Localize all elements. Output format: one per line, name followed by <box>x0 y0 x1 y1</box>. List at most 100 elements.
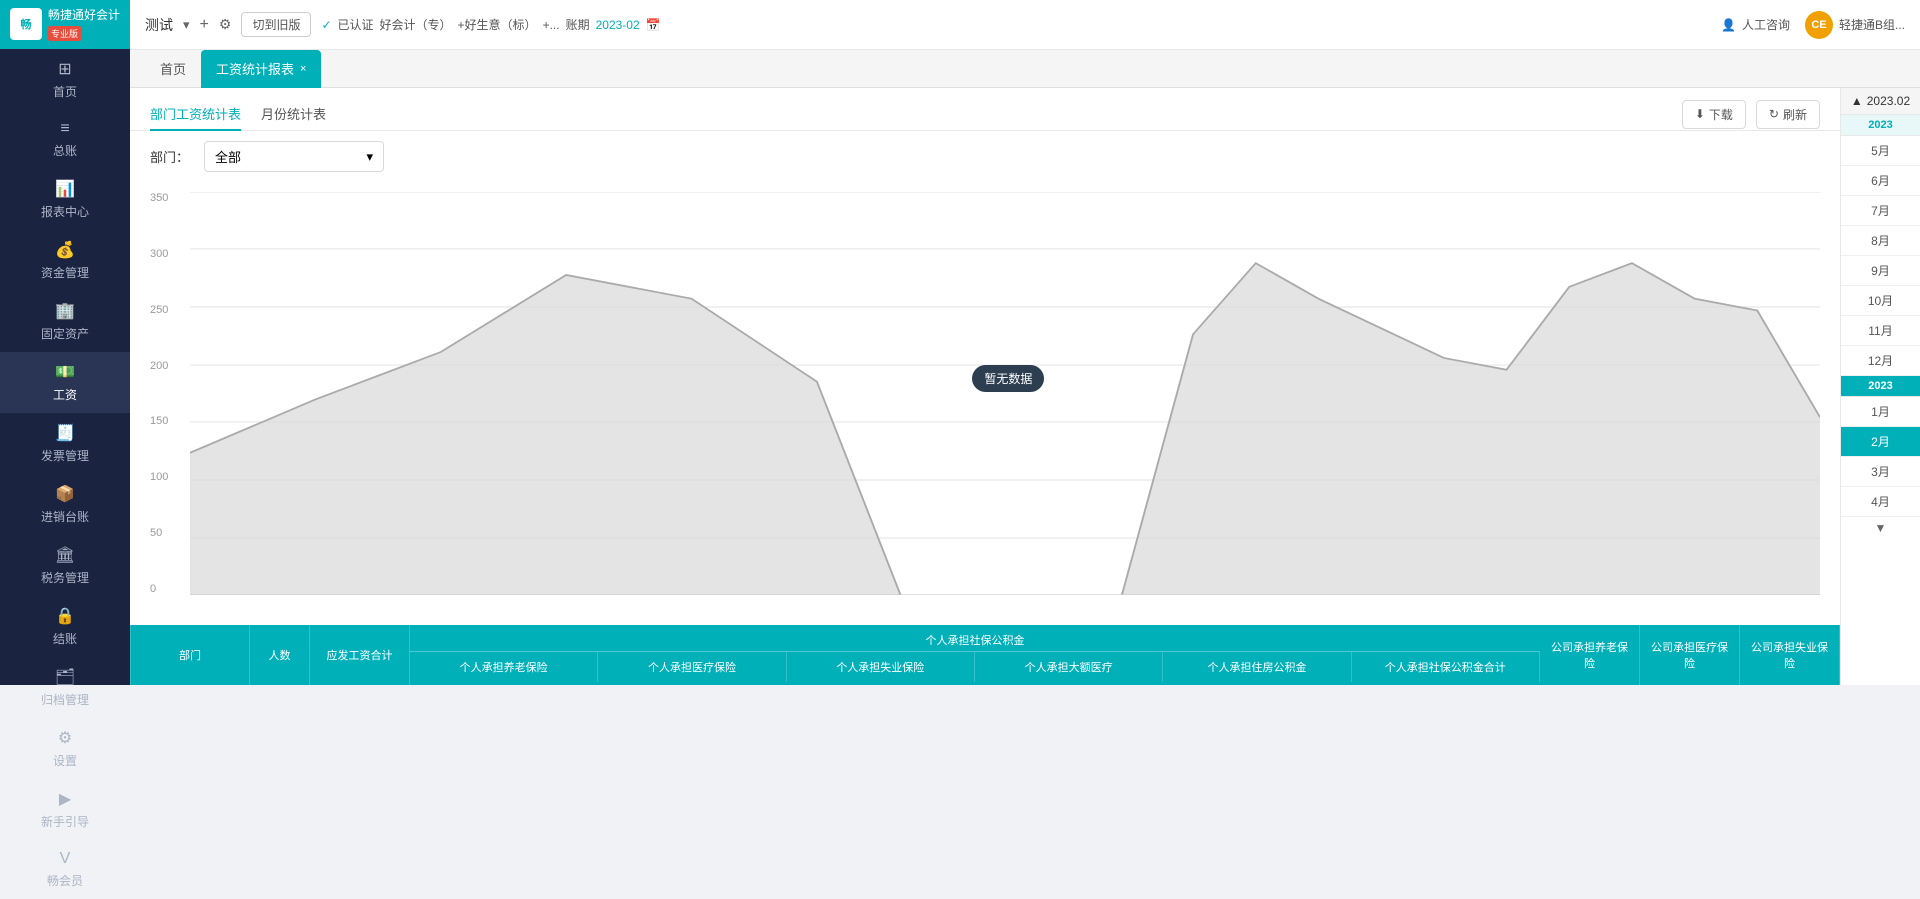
topbar-add-btn[interactable]: + <box>200 16 209 34</box>
refresh-icon: ↻ <box>1769 107 1779 121</box>
tax-icon: 🏛 <box>55 545 75 565</box>
tab-home[interactable]: 首页 <box>145 50 201 88</box>
help-btn[interactable]: 👤 人工咨询 <box>1721 16 1790 33</box>
verified-label: 已认证 <box>338 16 374 33</box>
date-month-6[interactable]: 6月 <box>1841 166 1920 196</box>
refresh-btn[interactable]: ↻ 刷新 <box>1756 100 1820 129</box>
sidebar-item-label: 新手引导 <box>41 813 89 830</box>
th-pension-personal: 个人承担养老保险 <box>410 652 598 682</box>
sidebar-item-guide[interactable]: ▶ 新手引导 <box>0 779 130 840</box>
member-icon: V <box>60 850 71 868</box>
sidebar-item-invoice[interactable]: 🧾 发票管理 <box>0 413 130 474</box>
product-label-1: 好会计（专） <box>380 16 452 33</box>
ledger-icon: ≡ <box>60 120 69 138</box>
guide-icon: ▶ <box>59 789 71 809</box>
select-chevron-icon: ▾ <box>366 149 373 165</box>
sidebar-item-label: 固定资产 <box>41 325 89 342</box>
sidebar-item-label: 归档管理 <box>41 691 89 708</box>
period-value: 2023-02 <box>596 18 640 32</box>
topbar-title: 测试 <box>145 15 173 35</box>
date-month-9[interactable]: 9月 <box>1841 256 1920 286</box>
sidebar-item-label: 工资 <box>53 386 77 403</box>
date-month-3[interactable]: 3月 <box>1841 457 1920 487</box>
home-icon: ⊞ <box>58 59 71 79</box>
sidebar-item-home[interactable]: ⊞ 首页 <box>0 49 130 110</box>
period-label: 账期 <box>566 16 590 33</box>
date-month-8[interactable]: 8月 <box>1841 226 1920 256</box>
th-medical-company: 公司承担医疗保险 <box>1640 625 1740 685</box>
dept-filter-label: 部门： <box>150 147 189 166</box>
date-up-nav[interactable]: ▲ <box>1851 94 1863 108</box>
chart-svg-area: 暂无数据 <box>190 192 1820 595</box>
date-month-7[interactable]: 7月 <box>1841 196 1920 226</box>
topbar-status: ✓ 已认证 好会计（专） +好生意（标） +... 账期 2023-02 📅 <box>321 16 660 33</box>
purchase-icon: 📦 <box>55 484 75 504</box>
settings-icon: ⚙ <box>58 728 72 748</box>
dept-select[interactable]: 全部 ▾ <box>204 141 384 172</box>
sidebar-item-assets[interactable]: 🏢 固定资产 <box>0 291 130 352</box>
sidebar-item-close-accounts[interactable]: 🔒 结账 <box>0 596 130 657</box>
topbar-settings-btn[interactable]: ⚙ <box>219 16 232 33</box>
date-month-4[interactable]: 4月 <box>1841 487 1920 517</box>
sidebar-item-tax[interactable]: 🏛 税务管理 <box>0 535 130 596</box>
sidebar-item-member[interactable]: V 畅会员 <box>0 840 130 899</box>
user-profile[interactable]: CE 轻捷通B组... <box>1805 11 1905 39</box>
sidebar-item-settings[interactable]: ⚙ 设置 <box>0 718 130 779</box>
date-month-5[interactable]: 5月 <box>1841 136 1920 166</box>
logo-text: 畅捷通好会计 专业版 <box>48 8 120 41</box>
date-month-10[interactable]: 10月 <box>1841 286 1920 316</box>
user-name: 轻捷通B组... <box>1839 16 1905 33</box>
sidebar-item-archive[interactable]: 🗂 归档管理 <box>0 657 130 718</box>
date-year-2023-first: 2023 <box>1841 115 1920 136</box>
th-unemployment-company: 公司承担失业保险 <box>1740 625 1840 685</box>
tab-salary-report[interactable]: 工资统计报表 × <box>201 50 321 88</box>
switch-to-old-btn[interactable]: 切到旧版 <box>241 12 311 37</box>
th-medical-personal: 个人承担医疗保险 <box>598 652 786 682</box>
sidebar-item-label: 结账 <box>53 630 77 647</box>
date-month-2-active[interactable]: 2月 <box>1841 427 1920 457</box>
topbar: 测试 ▾ + ⚙ 切到旧版 ✓ 已认证 好会计（专） +好生意（标） +... … <box>130 0 1920 50</box>
th-headcount: 人数 <box>250 625 310 685</box>
date-down-nav-area: ▼ <box>1841 517 1920 539</box>
date-month-12[interactable]: 12月 <box>1841 346 1920 376</box>
sidebar-item-purchase[interactable]: 📦 进销台账 <box>0 474 130 535</box>
invoice-icon: 🧾 <box>55 423 75 443</box>
sidebar-item-reports[interactable]: 📊 报表中心 <box>0 169 130 230</box>
th-serious-illness: 个人承担大额医疗 <box>975 652 1163 682</box>
main-content: 测试 ▾ + ⚙ 切到旧版 ✓ 已认证 好会计（专） +好生意（标） +... … <box>130 0 1920 685</box>
date-panel-header: ▲ 2023.02 <box>1841 88 1920 115</box>
sidebar-item-funds[interactable]: 💰 资金管理 <box>0 230 130 291</box>
sidebar-item-label: 报表中心 <box>41 203 89 220</box>
date-down-nav[interactable]: ▼ <box>1875 521 1887 535</box>
sub-tab-dept[interactable]: 部门工资统计表 <box>150 98 241 131</box>
topbar-dropdown-btn[interactable]: ▾ <box>183 17 190 33</box>
th-unemployment-personal: 个人承担失业保险 <box>787 652 975 682</box>
calendar-icon[interactable]: 📅 <box>646 18 661 32</box>
sidebar-item-label: 首页 <box>53 83 77 100</box>
toolbar: 部门： 全部 ▾ <box>130 131 1840 182</box>
chart-area: 0 50 100 150 200 250 300 350 <box>150 192 1820 625</box>
date-header-value: 2023.02 <box>1867 94 1910 108</box>
th-pension-company: 公司承担养老保险 <box>1540 625 1640 685</box>
date-month-1[interactable]: 1月 <box>1841 397 1920 427</box>
date-month-11[interactable]: 11月 <box>1841 316 1920 346</box>
col-subgroup: 个人承担养老保险 个人承担医疗保险 个人承担失业保险 个人承担大额医疗 个人承担 <box>410 652 1540 682</box>
download-btn[interactable]: ⬇ 下载 <box>1682 100 1746 129</box>
col-group-personal-insurance: 个人承担社保公积金 个人承担养老保险 个人承担医疗保险 个人承担失业保险 个人承… <box>410 629 1540 682</box>
chart-area-fill <box>190 263 1820 595</box>
tabs-bar: 首页 工资统计报表 × <box>130 50 1920 88</box>
sidebar-item-label: 发票管理 <box>41 447 89 464</box>
help-icon: 👤 <box>1721 18 1736 32</box>
sidebar-item-salary[interactable]: 💵 工资 <box>0 352 130 413</box>
tab-close-btn[interactable]: × <box>300 63 306 75</box>
user-avatar: CE <box>1805 11 1833 39</box>
sidebar-item-label: 税务管理 <box>41 569 89 586</box>
download-icon: ⬇ <box>1695 107 1705 121</box>
table-header: 部门 人数 应发工资合计 个人承担社保公积金 个人承担养老保险 <box>130 625 1840 685</box>
th-housing-personal: 个人承担住房公积金 <box>1163 652 1351 682</box>
assets-icon: 🏢 <box>55 301 75 321</box>
sub-tab-monthly[interactable]: 月份统计表 <box>261 98 326 131</box>
salary-icon: 💵 <box>55 362 75 382</box>
sidebar-item-ledger[interactable]: ≡ 总账 <box>0 110 130 169</box>
sidebar-item-label: 总账 <box>53 142 77 159</box>
